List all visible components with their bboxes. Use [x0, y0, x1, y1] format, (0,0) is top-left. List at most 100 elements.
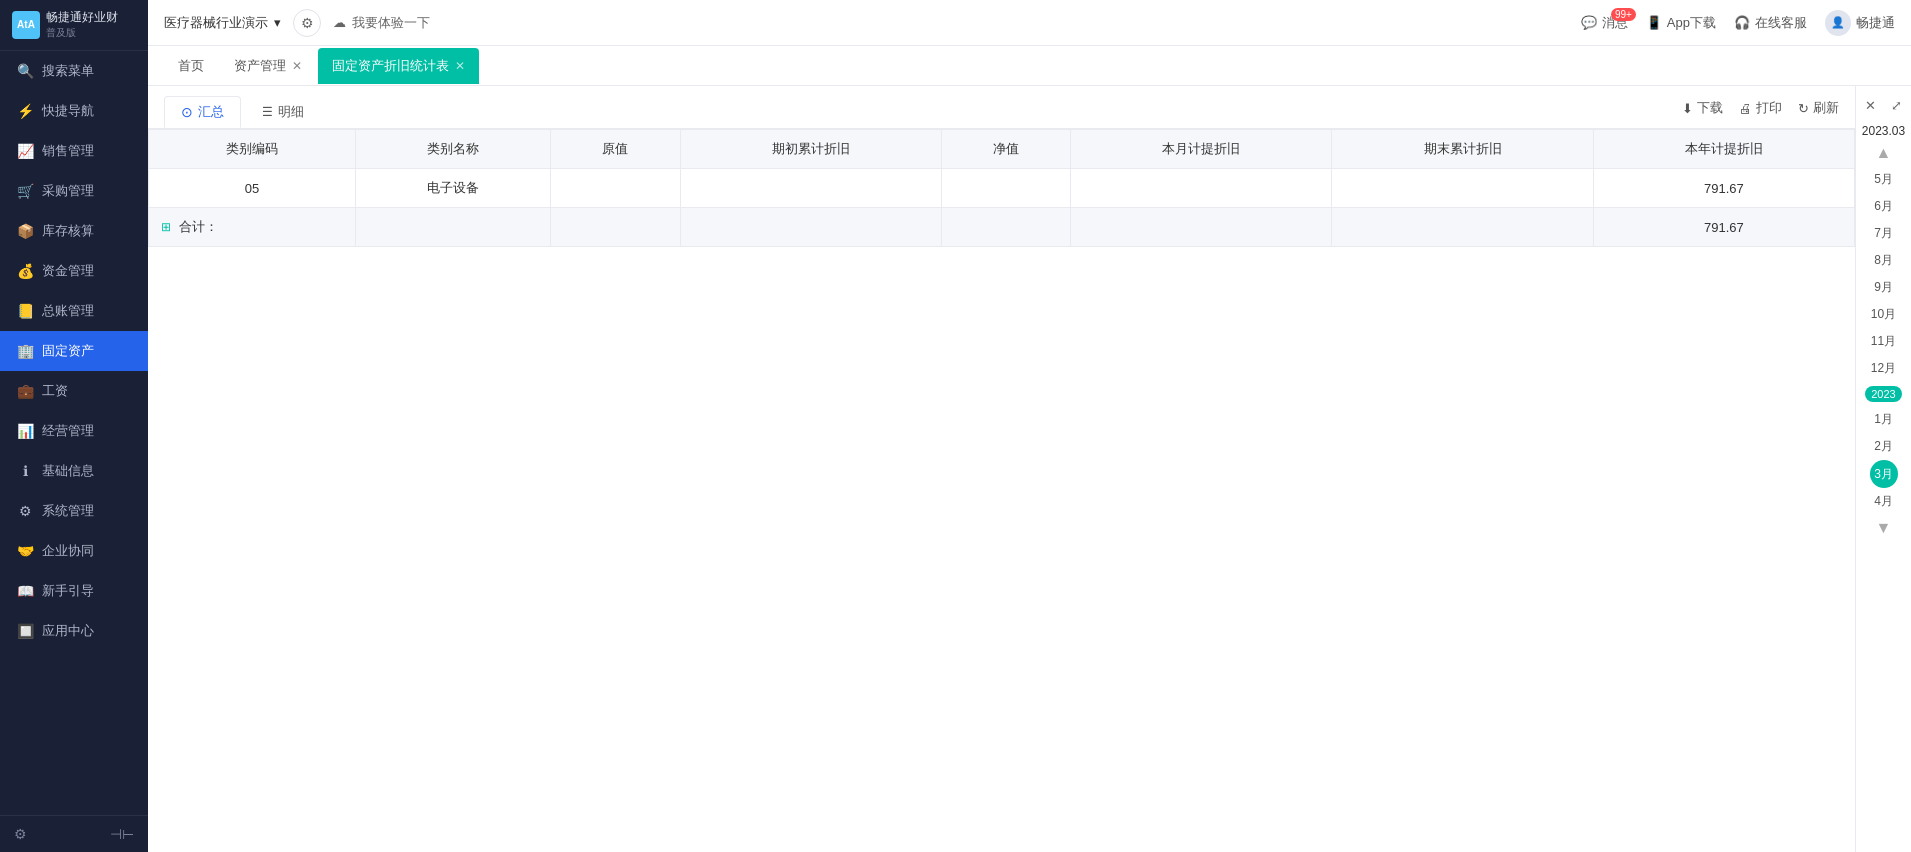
sidebar-item-企业协同[interactable]: 🤝企业协同 [0, 531, 148, 571]
sidebar-item-应用中心[interactable]: 🔲应用中心 [0, 611, 148, 651]
month-feb[interactable]: 2月 [1856, 433, 1911, 460]
month-item[interactable]: 11月 [1856, 328, 1911, 355]
sidebar-item-新手引导[interactable]: 📖 新手引导 [0, 571, 148, 611]
month-item[interactable]: 12月 [1856, 355, 1911, 382]
refresh-btn[interactable]: ↻ 刷新 [1798, 99, 1839, 117]
nav-icon: 📦 [16, 222, 34, 240]
sidebar-item-系统管理[interactable]: ⚙系统管理 [0, 491, 148, 531]
col-net-value: 净值 [941, 130, 1070, 169]
sidebar-item-经营管理[interactable]: 📊经营管理 [0, 411, 148, 451]
topbar: 医疗器械行业演示 ▾ ⚙ ☁ 我要体验一下 💬 消息 99+ 📱 App下载 🎧… [148, 0, 1911, 46]
sub-tab-summary[interactable]: ⊙ 汇总 [164, 96, 241, 128]
tab-depreciation-close[interactable]: ✕ [455, 59, 465, 73]
month-list: 5月 6月 7月 8月 9月 10月 11月 12月 2023 1月 2月 3月… [1856, 166, 1911, 515]
depreciation-table: 类别编码 类别名称 原值 期初累计折旧 净值 本月计提折旧 期末累计折旧 本年计… [148, 129, 1855, 247]
nav-label: 新手引导 [42, 582, 94, 600]
topbar-right: 💬 消息 99+ 📱 App下载 🎧 在线客服 👤 畅捷通 [1581, 10, 1895, 36]
subtotal-name [356, 208, 551, 247]
nav-icon: 📒 [16, 302, 34, 320]
nav-label: 销售管理 [42, 142, 94, 160]
phone-icon: 📱 [1646, 15, 1662, 30]
nav-label: 总账管理 [42, 302, 94, 320]
sidebar-item-采购管理[interactable]: 🛒采购管理 [0, 171, 148, 211]
user-menu[interactable]: 👤 畅捷通 [1825, 10, 1895, 36]
sidebar-item-总账管理[interactable]: 📒 总账管理 [0, 291, 148, 331]
print-btn[interactable]: 🖨 打印 [1739, 99, 1782, 117]
sidebar-item-搜索菜单[interactable]: 🔍搜索菜单 [0, 51, 148, 91]
sidebar-item-快捷导航[interactable]: ⚡ 快捷导航 [0, 91, 148, 131]
print-icon: 🖨 [1739, 101, 1752, 116]
sidebar-logo: AtA 畅捷通好业财 普及版 [0, 0, 148, 51]
nav-icon: 📖 [16, 582, 34, 600]
month-item[interactable]: 9月 [1856, 274, 1911, 301]
month-apr[interactable]: 4月 [1856, 488, 1911, 515]
nav-icon: ⚡ [16, 102, 34, 120]
subtotal-net-value [941, 208, 1070, 247]
table-wrapper: 类别编码 类别名称 原值 期初累计折旧 净值 本月计提折旧 期末累计折旧 本年计… [148, 129, 1855, 852]
month-item[interactable]: 6月 [1856, 193, 1911, 220]
download-btn[interactable]: ⬇ 下载 [1682, 99, 1723, 117]
tabs-bar: 首页 资产管理 ✕ 固定资产折旧统计表 ✕ [148, 46, 1911, 86]
nav-label: 基础信息 [42, 462, 94, 480]
content-area: ⊙ 汇总 ☰ 明细 ⬇ 下载 🖨 打印 [148, 86, 1855, 852]
month-item[interactable]: 5月 [1856, 166, 1911, 193]
row-annual-depr: 791.67 [1593, 169, 1854, 208]
month-mar-current[interactable]: 3月 [1870, 460, 1898, 488]
row-name: 电子设备 [356, 169, 551, 208]
topbar-settings-btn[interactable]: ⚙ [293, 9, 321, 37]
sidebar-item-基础信息[interactable]: ℹ基础信息 [0, 451, 148, 491]
month-item[interactable]: 10月 [1856, 301, 1911, 328]
panel-expand-btn[interactable]: ⤢ [1886, 94, 1908, 116]
tab-home[interactable]: 首页 [164, 48, 218, 84]
month-item[interactable]: 7月 [1856, 220, 1911, 247]
scroll-up-arrow[interactable]: ▲ [1872, 140, 1896, 166]
nav-icon: 🔍 [16, 62, 34, 80]
customer-service-btn[interactable]: 🎧 在线客服 [1734, 14, 1807, 32]
company-selector[interactable]: 医疗器械行业演示 ▾ [164, 14, 281, 32]
experience-label: 我要体验一下 [352, 14, 430, 32]
nav-label: 快捷导航 [42, 102, 94, 120]
summary-tab-icon: ⊙ [181, 104, 193, 120]
download-icon: ⬇ [1682, 101, 1693, 116]
settings-icon[interactable]: ⚙ [14, 826, 27, 842]
nav-label: 固定资产 [42, 342, 94, 360]
messages-badge: 99+ [1611, 8, 1636, 21]
sidebar-item-库存核算[interactable]: 📦 库存核算 [0, 211, 148, 251]
col-original: 原值 [551, 130, 680, 169]
cloud-icon: ☁ [333, 15, 346, 30]
sub-tab-detail[interactable]: ☰ 明细 [245, 96, 321, 128]
scroll-down-arrow[interactable]: ▼ [1872, 515, 1896, 541]
detail-tab-icon: ☰ [262, 105, 273, 119]
subtotal-end-depr [1332, 208, 1593, 247]
app-download-btn[interactable]: 📱 App下载 [1646, 14, 1716, 32]
sidebar-item-工资[interactable]: 💼工资 [0, 371, 148, 411]
tab-asset-management[interactable]: 资产管理 ✕ [220, 48, 316, 84]
month-item[interactable]: 8月 [1856, 247, 1911, 274]
nav-label: 企业协同 [42, 542, 94, 560]
panel-header: ✕ ⤢ [1856, 94, 1911, 120]
detail-tab-label: 明细 [278, 103, 304, 121]
experience-btn[interactable]: ☁ 我要体验一下 [333, 14, 430, 32]
sidebar-bottom: ⚙ ⊣⊢ [0, 815, 148, 852]
row-initial-depr [680, 169, 941, 208]
user-avatar: 👤 [1825, 10, 1851, 36]
main-area: 医疗器械行业演示 ▾ ⚙ ☁ 我要体验一下 💬 消息 99+ 📱 App下载 🎧… [148, 0, 1911, 852]
logo-text: 畅捷通好业财 [46, 10, 118, 26]
col-end-depr: 期末累计折旧 [1332, 130, 1593, 169]
sidebar-item-销售管理[interactable]: 📈销售管理 [0, 131, 148, 171]
customer-service-label: 在线客服 [1755, 14, 1807, 32]
tab-asset-label: 资产管理 [234, 57, 286, 75]
sidebar-item-固定资产[interactable]: 🏢固定资产 [0, 331, 148, 371]
col-code: 类别编码 [149, 130, 356, 169]
sidebar-item-资金管理[interactable]: 💰资金管理 [0, 251, 148, 291]
summary-tab-label: 汇总 [198, 103, 224, 121]
month-jan[interactable]: 1月 [1856, 406, 1911, 433]
nav-label: 库存核算 [42, 222, 94, 240]
panel-close-btn[interactable]: ✕ [1860, 94, 1882, 116]
messages-btn[interactable]: 💬 消息 99+ [1581, 14, 1628, 32]
subtotal-row: ⊞ 合计： 791.67 [149, 208, 1855, 247]
collapse-icon[interactable]: ⊣⊢ [110, 826, 134, 842]
tab-depreciation-report[interactable]: 固定资产折旧统计表 ✕ [318, 48, 479, 84]
tab-asset-close[interactable]: ✕ [292, 59, 302, 73]
dropdown-icon: ▾ [274, 15, 281, 30]
